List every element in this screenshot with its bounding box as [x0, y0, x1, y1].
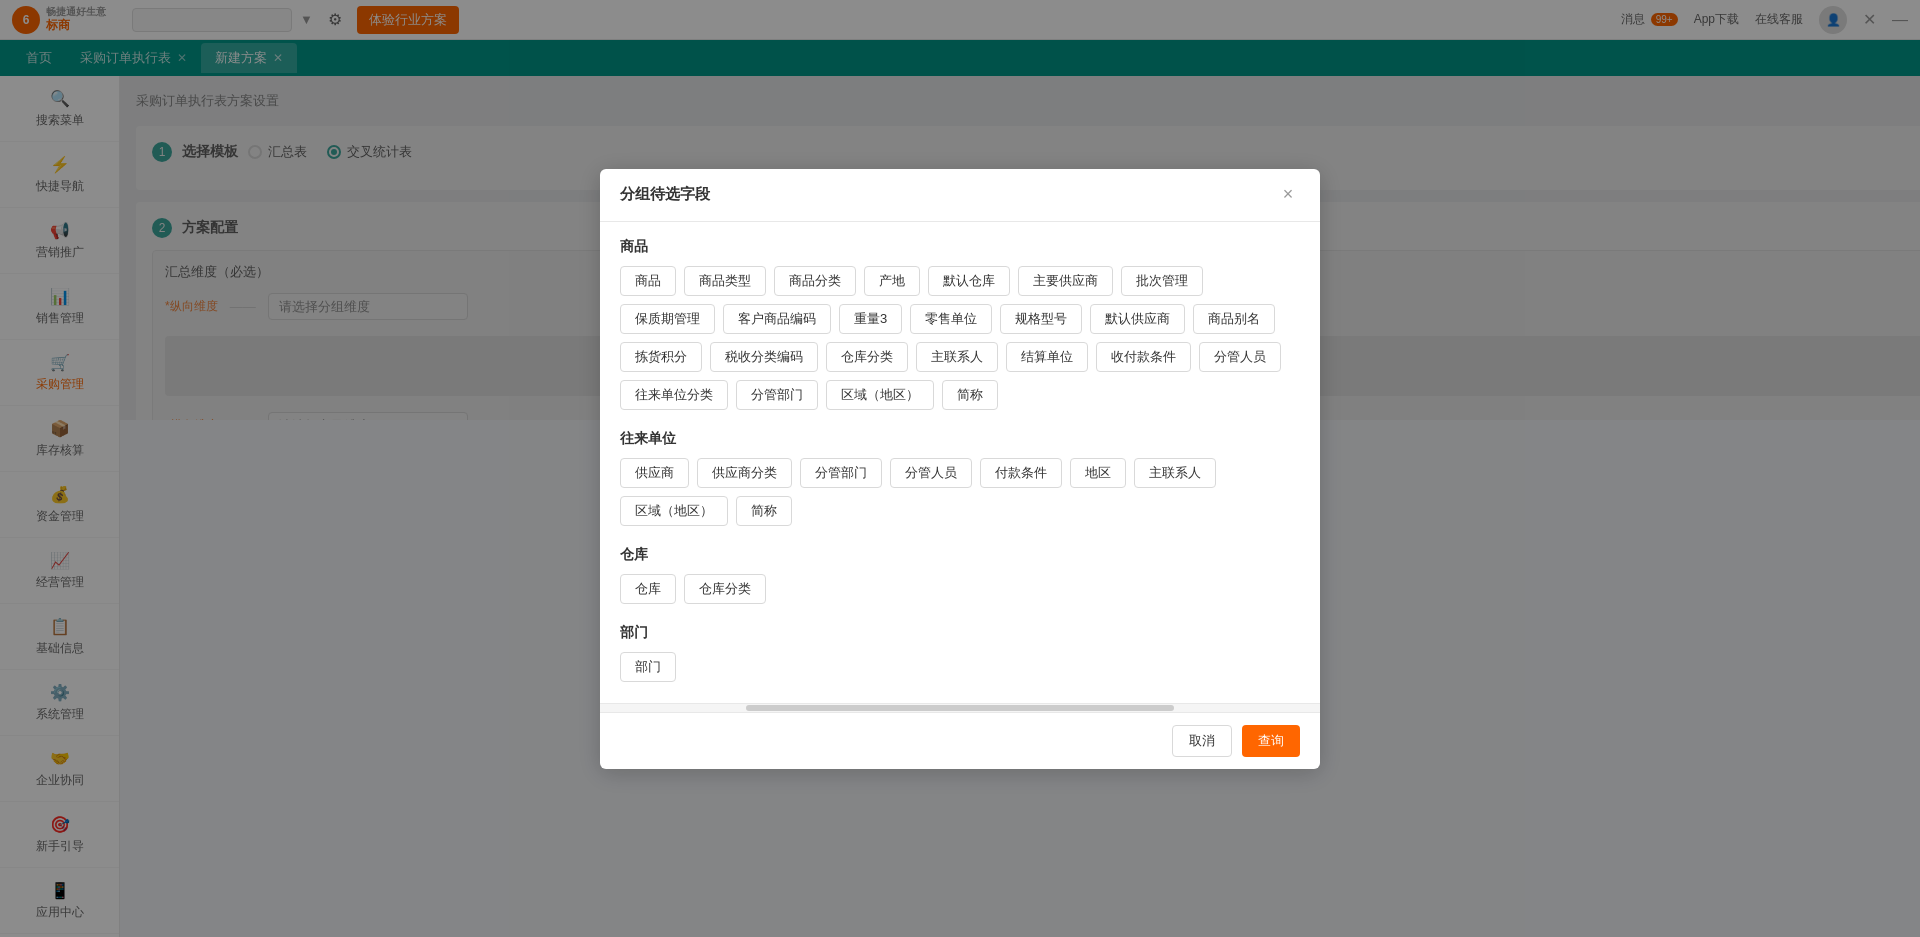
section-product: 商品 商品 商品类型 商品分类 产地 默认仓库 主要供应商 批次管理 保质期管理…	[620, 238, 1300, 410]
tag-product-4[interactable]: 默认仓库	[928, 266, 1010, 296]
tag-product-15[interactable]: 税收分类编码	[710, 342, 818, 372]
tag-product-12[interactable]: 默认供应商	[1090, 304, 1185, 334]
tag-product-13[interactable]: 商品别名	[1193, 304, 1275, 334]
modal-header: 分组待选字段 ×	[600, 169, 1320, 222]
modal-title: 分组待选字段	[620, 185, 710, 204]
tag-product-11[interactable]: 规格型号	[1000, 304, 1082, 334]
tag-product-3[interactable]: 产地	[864, 266, 920, 296]
tag-product-5[interactable]: 主要供应商	[1018, 266, 1113, 296]
tag-product-16[interactable]: 仓库分类	[826, 342, 908, 372]
modal-overlay: 分组待选字段 × 商品 商品 商品类型 商品分类 产地 默认仓库 主要供应商 批…	[0, 0, 1920, 420]
tag-product-18[interactable]: 结算单位	[1006, 342, 1088, 372]
tag-product-24[interactable]: 简称	[942, 380, 998, 410]
tag-product-0[interactable]: 商品	[620, 266, 676, 296]
modal-body: 商品 商品 商品类型 商品分类 产地 默认仓库 主要供应商 批次管理 保质期管理…	[600, 222, 1320, 421]
tag-product-23[interactable]: 区域（地区）	[826, 380, 934, 410]
tag-product-7[interactable]: 保质期管理	[620, 304, 715, 334]
field-select-modal: 分组待选字段 × 商品 商品 商品类型 商品分类 产地 默认仓库 主要供应商 批…	[600, 169, 1320, 421]
tag-product-22[interactable]: 分管部门	[736, 380, 818, 410]
tag-product-6[interactable]: 批次管理	[1121, 266, 1203, 296]
tag-product-21[interactable]: 往来单位分类	[620, 380, 728, 410]
tag-product-2[interactable]: 商品分类	[774, 266, 856, 296]
tag-product-20[interactable]: 分管人员	[1199, 342, 1281, 372]
modal-close-button[interactable]: ×	[1276, 183, 1300, 207]
tag-product-8[interactable]: 客户商品编码	[723, 304, 831, 334]
tag-product-1[interactable]: 商品类型	[684, 266, 766, 296]
tag-product-9[interactable]: 重量3	[839, 304, 902, 334]
tag-product-14[interactable]: 拣货积分	[620, 342, 702, 372]
tag-product-10[interactable]: 零售单位	[910, 304, 992, 334]
tag-product-17[interactable]: 主联系人	[916, 342, 998, 372]
section-product-tags: 商品 商品类型 商品分类 产地 默认仓库 主要供应商 批次管理 保质期管理 客户…	[620, 266, 1300, 410]
tag-product-19[interactable]: 收付款条件	[1096, 342, 1191, 372]
section-product-title: 商品	[620, 238, 1300, 256]
